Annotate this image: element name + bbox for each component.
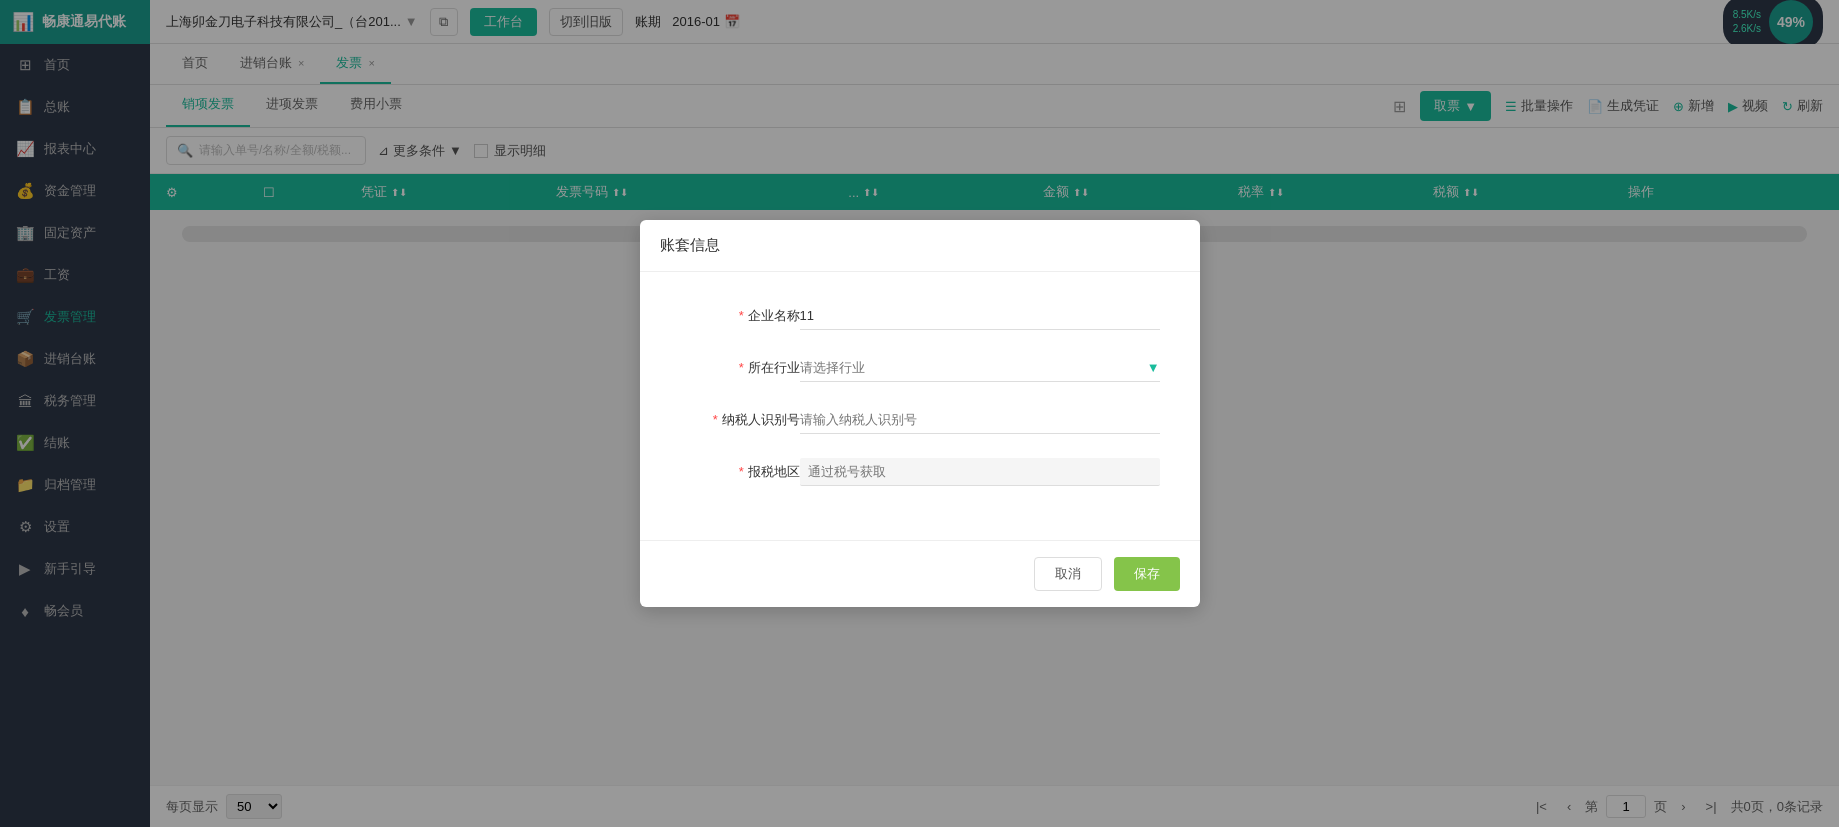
cancel-button[interactable]: 取消: [1034, 557, 1102, 591]
tax-id-input[interactable]: [800, 406, 1160, 434]
tax-region-label: * 报税地区: [680, 463, 800, 481]
industry-select-wrap[interactable]: ▼: [800, 354, 1160, 382]
company-name-input[interactable]: [800, 302, 1160, 330]
form-row-tax-region: * 报税地区: [680, 458, 1160, 486]
company-name-label: * 企业名称: [680, 307, 800, 325]
form-row-company: * 企业名称: [680, 302, 1160, 330]
industry-dropdown-icon: ▼: [1147, 360, 1160, 375]
dialog-footer: 取消 保存: [640, 540, 1200, 607]
save-button[interactable]: 保存: [1114, 557, 1180, 591]
account-info-dialog: 账套信息 * 企业名称 * 所在行业 ▼: [640, 220, 1200, 607]
industry-select-input[interactable]: [800, 354, 1147, 381]
tax-region-input: [800, 458, 1160, 486]
tax-id-label: * 纳税人识别号: [680, 411, 800, 429]
dialog-title: 账套信息: [640, 220, 1200, 272]
form-row-industry: * 所在行业 ▼: [680, 354, 1160, 382]
industry-label: * 所在行业: [680, 359, 800, 377]
dialog-overlay[interactable]: 账套信息 * 企业名称 * 所在行业 ▼: [0, 0, 1839, 827]
form-row-tax-id: * 纳税人识别号: [680, 406, 1160, 434]
dialog-body: * 企业名称 * 所在行业 ▼ * 纳税人识: [640, 272, 1200, 540]
